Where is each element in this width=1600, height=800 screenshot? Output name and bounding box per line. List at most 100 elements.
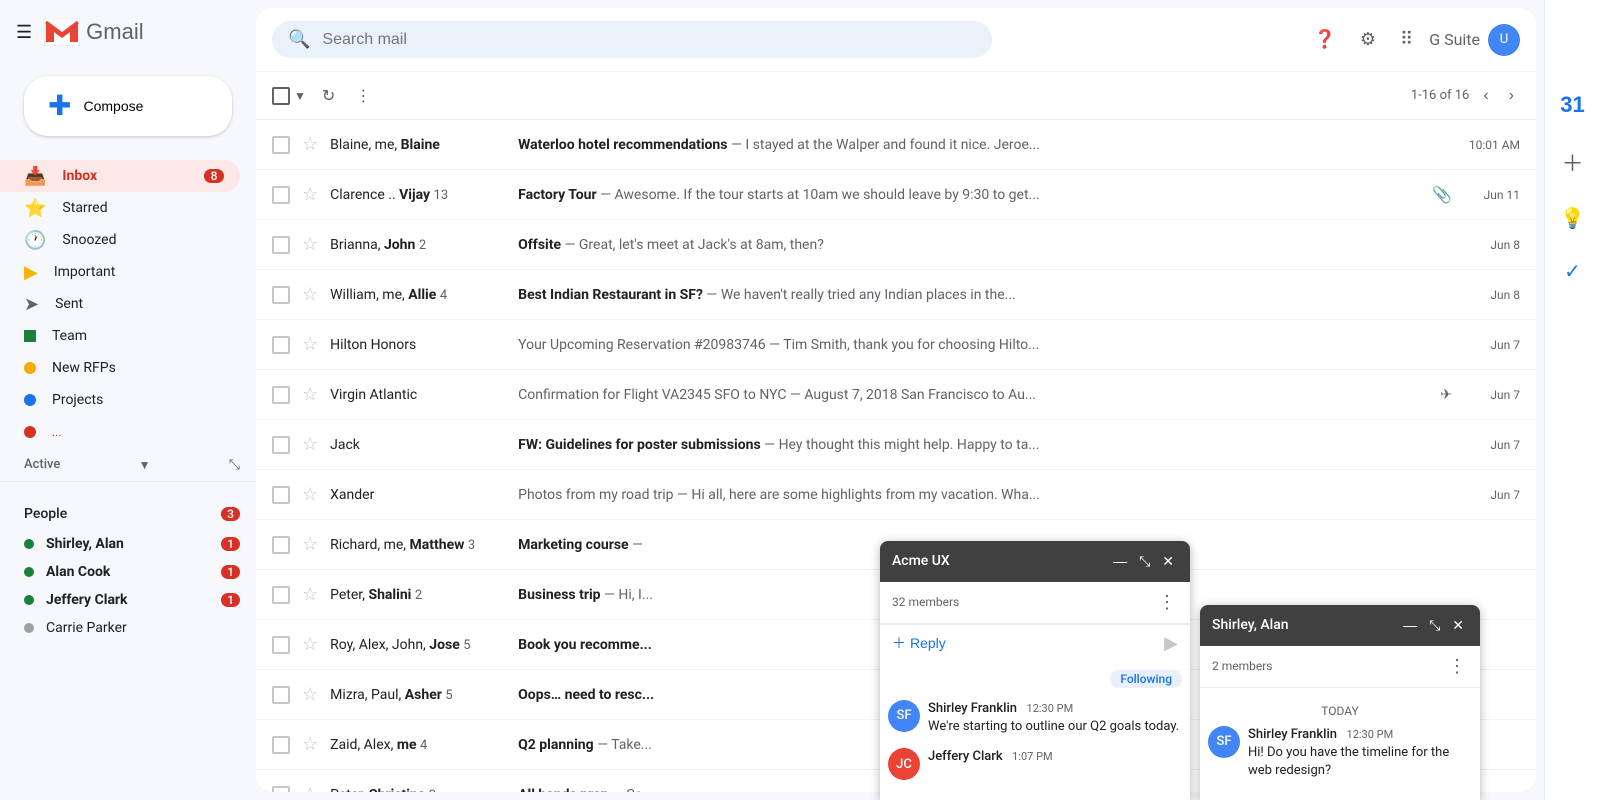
row-checkbox[interactable] <box>272 536 290 554</box>
star-button[interactable]: ☆ <box>298 380 322 409</box>
help-button[interactable]: ❓ <box>1305 21 1343 58</box>
pagination: 1-16 of 16 ‹ › <box>1411 81 1520 111</box>
chat-popup-shirley-alan: Shirley, Alan — ⤡ ✕ 2 members ⋮ TODAY SF… <box>1200 605 1480 800</box>
star-button[interactable]: ☆ <box>298 230 322 259</box>
refresh-button[interactable]: ↻ <box>314 78 343 114</box>
chat-expand-btn[interactable]: ⤡ <box>1135 551 1154 572</box>
compose-button[interactable]: ✚ Compose <box>24 76 232 136</box>
star-button[interactable]: ☆ <box>298 130 322 159</box>
star-button[interactable]: ☆ <box>298 180 322 209</box>
chat-title-shirley: Shirley, Alan <box>1212 617 1399 633</box>
sidebar-item-starred[interactable]: ⭐ Starred <box>0 192 240 224</box>
msg-name-sf2: Shirley Franklin <box>1248 727 1337 742</box>
chat-expand-btn-2[interactable]: ⤡ <box>1425 615 1444 636</box>
chat-header-acme[interactable]: Acme UX — ⤡ ✕ <box>880 541 1190 582</box>
row-checkbox[interactable] <box>272 486 290 504</box>
chat-header-shirley[interactable]: Shirley, Alan — ⤡ ✕ <box>1200 605 1480 646</box>
row-checkbox[interactable] <box>272 136 290 154</box>
chat-message: SF Shirley Franklin 12:30 PM Hi! Do you … <box>1208 726 1472 780</box>
msg-time-sf2: 12:30 PM <box>1347 728 1394 741</box>
star-button[interactable]: ☆ <box>298 530 322 559</box>
row-checkbox[interactable] <box>272 636 290 654</box>
email-date: Jun 7 <box>1460 488 1520 502</box>
search-bar[interactable]: 🔍 <box>272 21 992 58</box>
sidebar-item-projects[interactable]: Projects <box>0 384 240 416</box>
chat-minimize-btn-2[interactable]: — <box>1399 615 1421 636</box>
row-checkbox[interactable] <box>272 286 290 304</box>
row-checkbox[interactable] <box>272 386 290 404</box>
people-item-shirley-alan[interactable]: Shirley, Alan 1 <box>0 530 256 558</box>
sidebar-item-more[interactable]: ... <box>0 416 240 448</box>
send-button[interactable]: ▶ <box>1164 633 1178 654</box>
label-icon: ▶ <box>24 262 38 283</box>
people-item-jeffery[interactable]: Jeffery Clark 1 <box>0 586 256 614</box>
page-prev-button[interactable]: ‹ <box>1477 81 1494 111</box>
star-button[interactable]: ☆ <box>298 330 322 359</box>
star-button[interactable]: ☆ <box>298 280 322 309</box>
people-item-alan-cook[interactable]: Alan Cook 1 <box>0 558 256 586</box>
row-checkbox[interactable] <box>272 436 290 454</box>
people-badge-jeffery: 1 <box>221 593 240 607</box>
table-row[interactable]: ☆ Blaine, me, Blaine Waterloo hotel reco… <box>256 120 1536 170</box>
chat-close-btn[interactable]: ✕ <box>1158 551 1178 572</box>
sender: Brianna, John 2 <box>330 237 510 253</box>
people-section: People 3 Shirley, Alan 1 Alan Cook 1 Jef… <box>0 494 256 650</box>
star-button[interactable]: ☆ <box>298 630 322 659</box>
reply-button[interactable]: ＋ Reply <box>892 633 946 653</box>
tasks-icon-btn[interactable]: 💡 <box>1548 194 1597 243</box>
chat-menu-btn[interactable]: ⋮ <box>1156 590 1178 615</box>
star-button[interactable]: ☆ <box>298 580 322 609</box>
star-button[interactable]: ☆ <box>298 730 322 759</box>
chat-menu-btn-2[interactable]: ⋮ <box>1446 654 1468 679</box>
chat-close-btn-2[interactable]: ✕ <box>1448 615 1468 636</box>
table-row[interactable]: ☆ Virgin Atlantic Confirmation for Fligh… <box>256 370 1536 420</box>
sidebar-item-new-rfps[interactable]: New RFPs <box>0 352 240 384</box>
select-all-checkbox[interactable] <box>272 87 290 105</box>
star-button[interactable]: ☆ <box>298 430 322 459</box>
row-checkbox[interactable] <box>272 186 290 204</box>
search-input[interactable] <box>322 31 976 49</box>
star-button[interactable]: ☆ <box>298 680 322 709</box>
people-name-alan: Alan Cook <box>46 564 209 580</box>
row-checkbox[interactable] <box>272 686 290 704</box>
row-checkbox[interactable] <box>272 736 290 754</box>
row-checkbox[interactable] <box>272 236 290 254</box>
add-button[interactable]: ＋ <box>1549 134 1595 190</box>
chat-members-shirley: 2 members <box>1212 659 1273 673</box>
sidebar-item-snoozed[interactable]: 🕐 Snoozed <box>0 224 240 256</box>
apps-button[interactable]: ⠿ <box>1392 21 1421 58</box>
table-row[interactable]: ☆ William, me, Allie 4 Best Indian Resta… <box>256 270 1536 320</box>
people-item-carrie[interactable]: Carrie Parker <box>0 614 256 642</box>
table-row[interactable]: ☆ Jack FW: Guidelines for poster submiss… <box>256 420 1536 470</box>
sidebar-item-inbox[interactable]: 📥 Inbox 8 <box>0 160 240 192</box>
active-expand[interactable]: ⤡ <box>229 456 240 473</box>
more-dot-icon <box>24 426 36 438</box>
active-chevron[interactable]: ▼ <box>139 458 151 472</box>
row-checkbox[interactable] <box>272 336 290 354</box>
sidebar-item-important[interactable]: ▶ Important <box>0 256 240 288</box>
table-row[interactable]: ☆ Clarence .. Vijay 13 Factory Tour — Aw… <box>256 170 1536 220</box>
settings-button[interactable]: ⚙ <box>1352 21 1384 58</box>
contacts-icon-btn[interactable]: ✓ <box>1552 247 1593 296</box>
table-row[interactable]: ☆ Xander Photos from my road trip — Hi a… <box>256 470 1536 520</box>
row-checkbox[interactable] <box>272 786 290 793</box>
more-options-button[interactable]: ⋮ <box>347 78 379 114</box>
hamburger-button[interactable]: ☰ <box>8 14 40 51</box>
avatar[interactable]: U <box>1488 24 1520 56</box>
select-chevron[interactable]: ▼ <box>290 85 310 107</box>
sender: Hilton Honors <box>330 337 510 353</box>
table-row[interactable]: ☆ Brianna, John 2 Offsite — Great, let's… <box>256 220 1536 270</box>
row-checkbox[interactable] <box>272 586 290 604</box>
sender: Mizra, Paul, Asher 5 <box>330 687 510 703</box>
attach-icon: 📎 <box>1432 185 1452 204</box>
sidebar-item-team[interactable]: Team <box>0 320 240 352</box>
star-button[interactable]: ☆ <box>298 780 322 792</box>
table-row[interactable]: ☆ Hilton Honors Your Upcoming Reservatio… <box>256 320 1536 370</box>
avatar-sf-2: SF <box>1208 726 1240 758</box>
star-button[interactable]: ☆ <box>298 480 322 509</box>
page-next-button[interactable]: › <box>1503 81 1520 111</box>
chat-minimize-btn[interactable]: — <box>1109 551 1131 572</box>
sidebar-item-sent[interactable]: ➤ Sent <box>0 288 240 320</box>
people-badge-alan: 1 <box>221 565 240 579</box>
calendar-icon-btn[interactable]: 31 <box>1548 80 1596 130</box>
